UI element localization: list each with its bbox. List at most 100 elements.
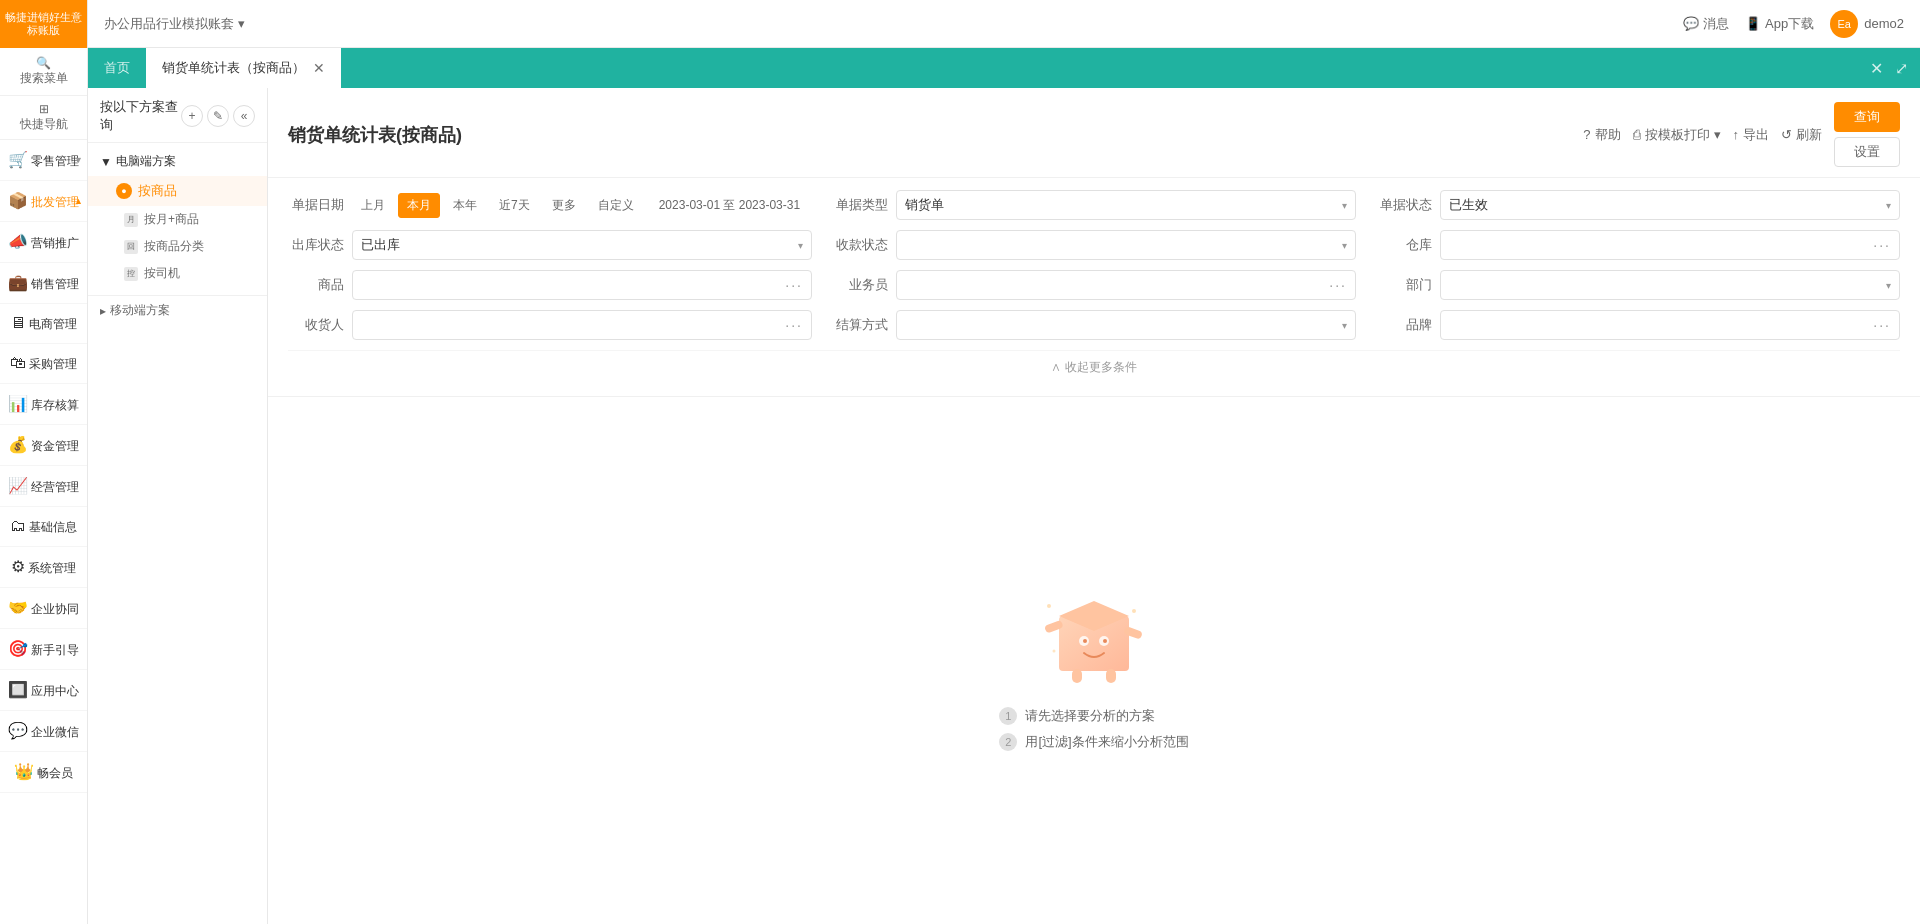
sidebar-item-wholesale[interactable]: 📦 批发管理 ▲ [0,181,87,222]
pc-group-arrow: ▼ [100,155,112,169]
sidebar-search[interactable]: 🔍 搜索菜单 [0,48,87,96]
empty-state: 1 请先选择要分析的方案 2 用[过滤]条件来缩小分析范围 [268,397,1920,924]
tab-home[interactable]: 首页 [88,48,146,88]
svg-point-5 [1103,639,1107,643]
goods-select[interactable]: ··· [352,270,812,300]
warehouse-dots: ··· [1873,237,1891,253]
payment-label: 结算方式 [832,316,888,334]
system-icon: ⚙ [11,558,25,575]
receiver-select[interactable]: ··· [352,310,812,340]
tab-sales-stats[interactable]: 销货单统计表（按商品） ✕ [146,48,341,88]
brand-dots: ··· [1873,317,1891,333]
mobile-icon: 📱 [1745,16,1761,31]
scheme-item-by-printer[interactable]: 控 按司机 [88,260,267,287]
doc-type-select[interactable]: 销货单 ▾ [896,190,1356,220]
message-btn[interactable]: 💬 消息 [1683,15,1729,33]
quick-nav[interactable]: ⊞ 快捷导航 [0,96,87,140]
sidebar-item-operation[interactable]: 📈 经营管理 [0,466,87,507]
appstore-icon: 🔲 [8,681,28,698]
svg-point-11 [1132,609,1136,613]
by-printer-label: 按司机 [144,265,180,282]
collapse-bar[interactable]: ∧ 收起更多条件 [288,350,1900,384]
date-tab-7days[interactable]: 近7天 [490,193,539,218]
doc-status-label: 单据状态 [1376,196,1432,214]
doc-status-select[interactable]: 已生效 ▾ [1440,190,1900,220]
scheme-group-pc-title[interactable]: ▼ 电脑端方案 [88,147,267,176]
tab-close-all-btn[interactable]: ✕ [1866,55,1887,82]
app-title-dropdown[interactable]: 办公用品行业模拟账套 ▾ [104,15,245,33]
dept-label: 部门 [1376,276,1432,294]
filter-date: 单据日期 上月 本月 本年 近7天 更多 自定义 2023-03-01 至 20… [288,193,812,218]
stock-out-arrow: ▾ [798,240,803,251]
scheme-item-by-goods[interactable]: ● 按商品 [88,176,267,206]
filter-row-4: 收货人 ··· 结算方式 ▾ [288,310,1900,340]
dept-select[interactable]: ▾ [1440,270,1900,300]
stock-out-label: 出库状态 [288,236,344,254]
date-tab-this-month[interactable]: 本月 [398,193,440,218]
refresh-icon: ↺ [1781,127,1792,142]
template-print-btn[interactable]: ⎙ 按模板打印 ▾ [1633,126,1721,144]
sidebar-item-enterprise[interactable]: 🤝 企业协同 [0,588,87,629]
sidebar-item-wechat[interactable]: 💬 企业微信 [0,711,87,752]
svg-rect-9 [1106,669,1116,683]
scheme-edit-btn[interactable]: ✎ [207,105,229,127]
salesperson-select[interactable]: ··· [896,270,1356,300]
filter-dept: 部门 ▾ [1376,270,1900,300]
sidebar-item-ecommerce[interactable]: 🖥 电商管理 [0,304,87,344]
sidebar-item-retail[interactable]: 🛒 零售管理 ▼ [0,140,87,181]
doc-type-arrow: ▾ [1342,200,1347,211]
warehouse-select[interactable]: ··· [1440,230,1900,260]
scheme-group-mobile[interactable]: ▸ 移动端方案 [88,295,267,325]
sidebar-item-member[interactable]: 👑 畅会员 [0,752,87,793]
tab-restore-btn[interactable]: ⤢ [1891,55,1912,82]
sidebar-item-finance[interactable]: 💰 资金管理 [0,425,87,466]
sidebar-item-purchase[interactable]: 🛍 采购管理 [0,344,87,384]
date-tab-prev-month[interactable]: 上月 [352,193,394,218]
query-button[interactable]: 查询 [1834,102,1900,132]
scheme-add-btn[interactable]: + [181,105,203,127]
top-header: 办公用品行业模拟账套 ▾ 💬 消息 📱 App下载 Ea demo2 [88,0,1920,48]
user-area[interactable]: Ea demo2 [1830,10,1904,38]
refresh-btn[interactable]: ↺ 刷新 [1781,126,1822,144]
filter-receipt: 收款状态 ▾ [832,230,1356,260]
message-icon: 💬 [1683,16,1699,31]
app-download-btn[interactable]: 📱 App下载 [1745,15,1814,33]
salesperson-dots: ··· [1329,277,1347,293]
doc-status-arrow: ▾ [1886,200,1891,211]
filter-warehouse: 仓库 ··· [1376,230,1900,260]
sidebar-item-appstore[interactable]: 🔲 应用中心 [0,670,87,711]
retail-icon: 🛒 [8,151,28,168]
help-btn[interactable]: ? 帮助 [1583,126,1620,144]
sidebar-item-system[interactable]: ⚙ 系统管理 [0,547,87,588]
tab-close-icon[interactable]: ✕ [313,61,325,75]
sidebar-item-newbie[interactable]: 🎯 新手引导 [0,629,87,670]
ecommerce-icon: 🖥 [10,314,26,331]
export-btn[interactable]: ↑ 导出 [1733,126,1770,144]
sidebar-item-marketing[interactable]: 📣 营销推广 [0,222,87,263]
sidebar-item-basic[interactable]: 🗂 基础信息 [0,507,87,547]
scheme-header: 按以下方案查询 + ✎ « [88,88,267,143]
receiver-label: 收货人 [288,316,344,334]
basic-icon: 🗂 [10,517,26,534]
scheme-item-by-category[interactable]: 回 按商品分类 [88,233,267,260]
filter-doc-status: 单据状态 已生效 ▾ [1376,190,1900,220]
receipt-select[interactable]: ▾ [896,230,1356,260]
brand-select[interactable]: ··· [1440,310,1900,340]
filter-row-1: 单据日期 上月 本月 本年 近7天 更多 自定义 2023-03-01 至 20… [288,190,1900,220]
print-icon: ⎙ [1633,127,1641,142]
scheme-item-by-month-goods[interactable]: 月 按月+商品 [88,206,267,233]
page-actions: ? 帮助 ⎙ 按模板打印 ▾ ↑ 导出 ↺ [1583,126,1822,144]
date-tab-more[interactable]: 更多 [543,193,585,218]
app-logo[interactable]: 畅捷进销好生意 标账版 [0,0,87,48]
date-tab-this-year[interactable]: 本年 [444,193,486,218]
scheme-collapse-btn[interactable]: « [233,105,255,127]
date-tab-custom[interactable]: 自定义 [589,193,643,218]
sidebar-item-sales[interactable]: 💼 销售管理 [0,263,87,304]
filter-area: 单据日期 上月 本月 本年 近7天 更多 自定义 2023-03-01 至 20… [268,178,1920,397]
payment-arrow: ▾ [1342,320,1347,331]
payment-select[interactable]: ▾ [896,310,1356,340]
sidebar-item-inventory[interactable]: 📊 库存核算 [0,384,87,425]
settings-button[interactable]: 设置 [1834,137,1900,167]
page-content: 按以下方案查询 + ✎ « ▼ 电脑端方案 ● 按商品 月 [88,88,1920,924]
stock-out-select[interactable]: 已出库 ▾ [352,230,812,260]
